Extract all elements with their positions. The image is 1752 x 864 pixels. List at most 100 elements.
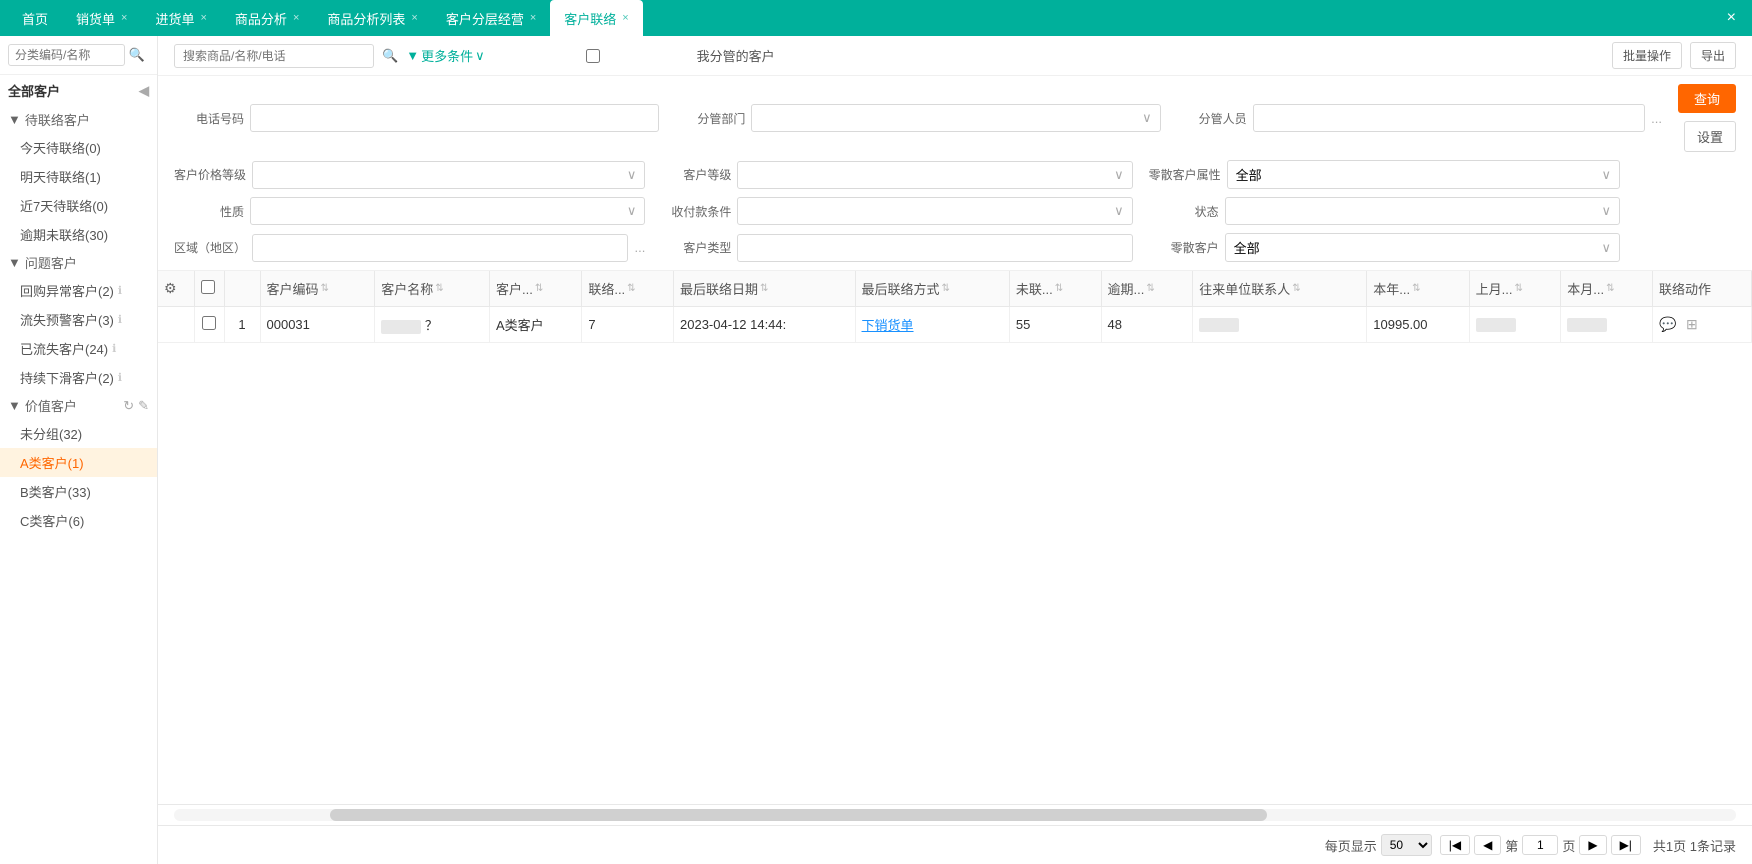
sidebar-item-tomorrow[interactable]: 明天待联络(1) [0,162,157,191]
close-customer-segment-tab[interactable]: × [530,12,536,24]
sidebar-item-7days[interactable]: 近7天待联络(0) [0,191,157,220]
col-customer-code-header: 客户编码 ⇅ [260,271,375,307]
dept-arrow-icon: ∨ [1142,110,1152,126]
pagination: 每页显示 50 100 200 |◀ ◀ 第 页 ▶ ▶| 共1页 1条记录 [158,825,1752,864]
sort-type-icon[interactable]: ⇅ [535,283,543,294]
sort-name-icon[interactable]: ⇅ [435,283,443,294]
batch-action-button[interactable]: 批量操作 [1612,42,1682,69]
region-dots-button[interactable]: ... [634,240,645,255]
edit-icon[interactable]: ✎ [138,398,149,414]
filter-row-2: 客户价格等级 ∨ 客户等级 ∨ 零散客户属性 全部 [174,160,1736,189]
sort-date-icon[interactable]: ⇅ [760,283,768,294]
customer-level-select[interactable]: ∨ [737,161,1132,189]
retail-attr-select[interactable]: 全部 ∨ [1227,160,1620,189]
filter-group-nature: 性质 ∨ [174,197,645,225]
sort-this-month-icon[interactable]: ⇅ [1606,283,1614,294]
status-select[interactable]: ∨ [1225,197,1620,225]
nav-tab-product-analysis[interactable]: 商品分析 × [221,0,313,36]
nav-tab-sales[interactable]: 销货单 × [62,0,141,36]
nav-home[interactable]: 首页 [8,0,62,36]
sort-code-icon[interactable]: ⇅ [321,283,329,294]
next-page-button[interactable]: ▶ [1579,835,1606,855]
sidebar-section-value[interactable]: ▼ 价值客户 ↻ ✎ [0,392,157,419]
sidebar-item-overdue[interactable]: 逾期未联络(30) [0,220,157,249]
sidebar-item-today[interactable]: 今天待联络(0) [0,133,157,162]
close-app-button[interactable]: × [1719,9,1744,27]
name-partial-block [381,320,421,334]
prev-page-button[interactable]: ◀ [1474,835,1501,855]
last-page-button[interactable]: ▶| [1611,835,1641,855]
manager-select[interactable] [1253,104,1645,132]
retail-customer-label: 零散客户 [1149,239,1219,256]
export-button[interactable]: 导出 [1690,42,1736,69]
qr-action-icon[interactable]: ⊞ [1686,316,1698,332]
dept-select[interactable]: ∨ [751,104,1160,132]
my-customer-checkbox[interactable] [493,49,693,63]
row-checkbox[interactable] [202,316,216,330]
sidebar-item-class-c[interactable]: C类客户(6) [0,506,157,535]
sort-last-month-icon[interactable]: ⇅ [1514,283,1522,294]
table-row: 1 000031 ？ A类客户 7 [158,307,1752,343]
sort-company-contact-icon[interactable]: ⇅ [1292,283,1300,294]
payment-select[interactable]: ∨ [737,197,1132,225]
col-this-year-header: 本年... ⇅ [1367,271,1469,307]
setting-button[interactable]: 设置 [1684,121,1736,152]
filter-group-status: 状态 ∨ [1149,197,1620,225]
sidebar-item-ungroups[interactable]: 未分组(32) [0,419,157,448]
phone-input[interactable] [250,104,659,132]
price-level-select[interactable]: ∨ [252,161,645,189]
sidebar-section-pending[interactable]: ▼ 待联络客户 [0,106,157,133]
scrollbar-thumb[interactable] [330,809,1267,821]
close-product-list-tab[interactable]: × [411,12,417,24]
row-uncontacted-cell: 55 [1009,307,1101,343]
chat-action-icon[interactable]: 💬 [1659,316,1676,332]
refresh-icon[interactable]: ↻ [123,398,134,414]
sort-uncontacted-icon[interactable]: ⇅ [1055,283,1063,294]
last-month-partial [1476,318,1516,332]
more-filters-button[interactable]: ▼ 更多条件 ∨ [406,46,484,65]
nav-tab-purchase[interactable]: 进货单 × [141,0,220,36]
last-method-link[interactable]: 下销货单 [862,318,914,333]
sidebar-item-churned[interactable]: 已流失客户(24) ℹ [0,334,157,363]
sidebar-item-declining[interactable]: 持续下滑客户(2) ℹ [0,363,157,392]
sidebar-item-class-b[interactable]: B类客户(33) [0,477,157,506]
row-checkbox-cell [194,307,224,343]
manager-dots-button[interactable]: ... [1651,111,1662,126]
customer-level-arrow-icon: ∨ [1114,167,1124,183]
sidebar-item-repurchase-abnormal[interactable]: 回购异常客户(2) ℹ [0,276,157,305]
sidebar-search-icon[interactable]: 🔍 [125,47,149,63]
my-customer-checkbox-label[interactable]: 我分管的客户 [493,46,775,65]
sidebar-section-problem[interactable]: ▼ 问题客户 [0,249,157,276]
nav-tab-customer-contact[interactable]: 客户联络 × [550,0,642,36]
scrollbar-track[interactable] [174,809,1736,821]
sidebar-search-input[interactable] [8,44,125,66]
close-sales-tab[interactable]: × [121,12,127,24]
nav-tab-customer-segment[interactable]: 客户分层经营 × [432,0,550,36]
query-button[interactable]: 查询 [1678,84,1736,113]
sort-overdue-icon[interactable]: ⇅ [1146,283,1154,294]
close-product-analysis-tab[interactable]: × [293,12,299,24]
sidebar-item-churn-warning[interactable]: 流失预警客户(3) ℹ [0,305,157,334]
filter-group-retail-customer: 零散客户 全部 ∨ [1149,233,1620,262]
select-all-checkbox[interactable] [201,280,215,294]
price-level-arrow-icon: ∨ [627,167,637,183]
sort-method-icon[interactable]: ⇅ [942,283,950,294]
search-button[interactable]: 🔍 [382,48,398,64]
close-purchase-tab[interactable]: × [200,12,206,24]
sidebar-item-class-a[interactable]: A类客户(1) [0,448,157,477]
sort-contact-icon[interactable]: ⇅ [627,283,635,294]
nav-tab-product-list[interactable]: 商品分析列表 × [313,0,431,36]
nature-select[interactable]: ∨ [250,197,645,225]
per-page-select[interactable]: 50 100 200 [1381,834,1432,856]
first-page-button[interactable]: |◀ [1440,835,1470,855]
page-number-input[interactable] [1522,835,1558,855]
table-settings-icon[interactable]: ⚙ [164,280,177,296]
region-select[interactable] [252,234,628,262]
retail-customer-select[interactable]: 全部 ∨ [1225,233,1620,262]
sidebar-collapse-icon[interactable]: ◀ [139,83,149,99]
search-input[interactable] [174,44,374,68]
sort-this-year-icon[interactable]: ⇅ [1412,283,1420,294]
customer-type-select[interactable] [737,234,1132,262]
close-customer-contact-tab[interactable]: × [622,12,628,24]
row-code-cell: 000031 [260,307,375,343]
